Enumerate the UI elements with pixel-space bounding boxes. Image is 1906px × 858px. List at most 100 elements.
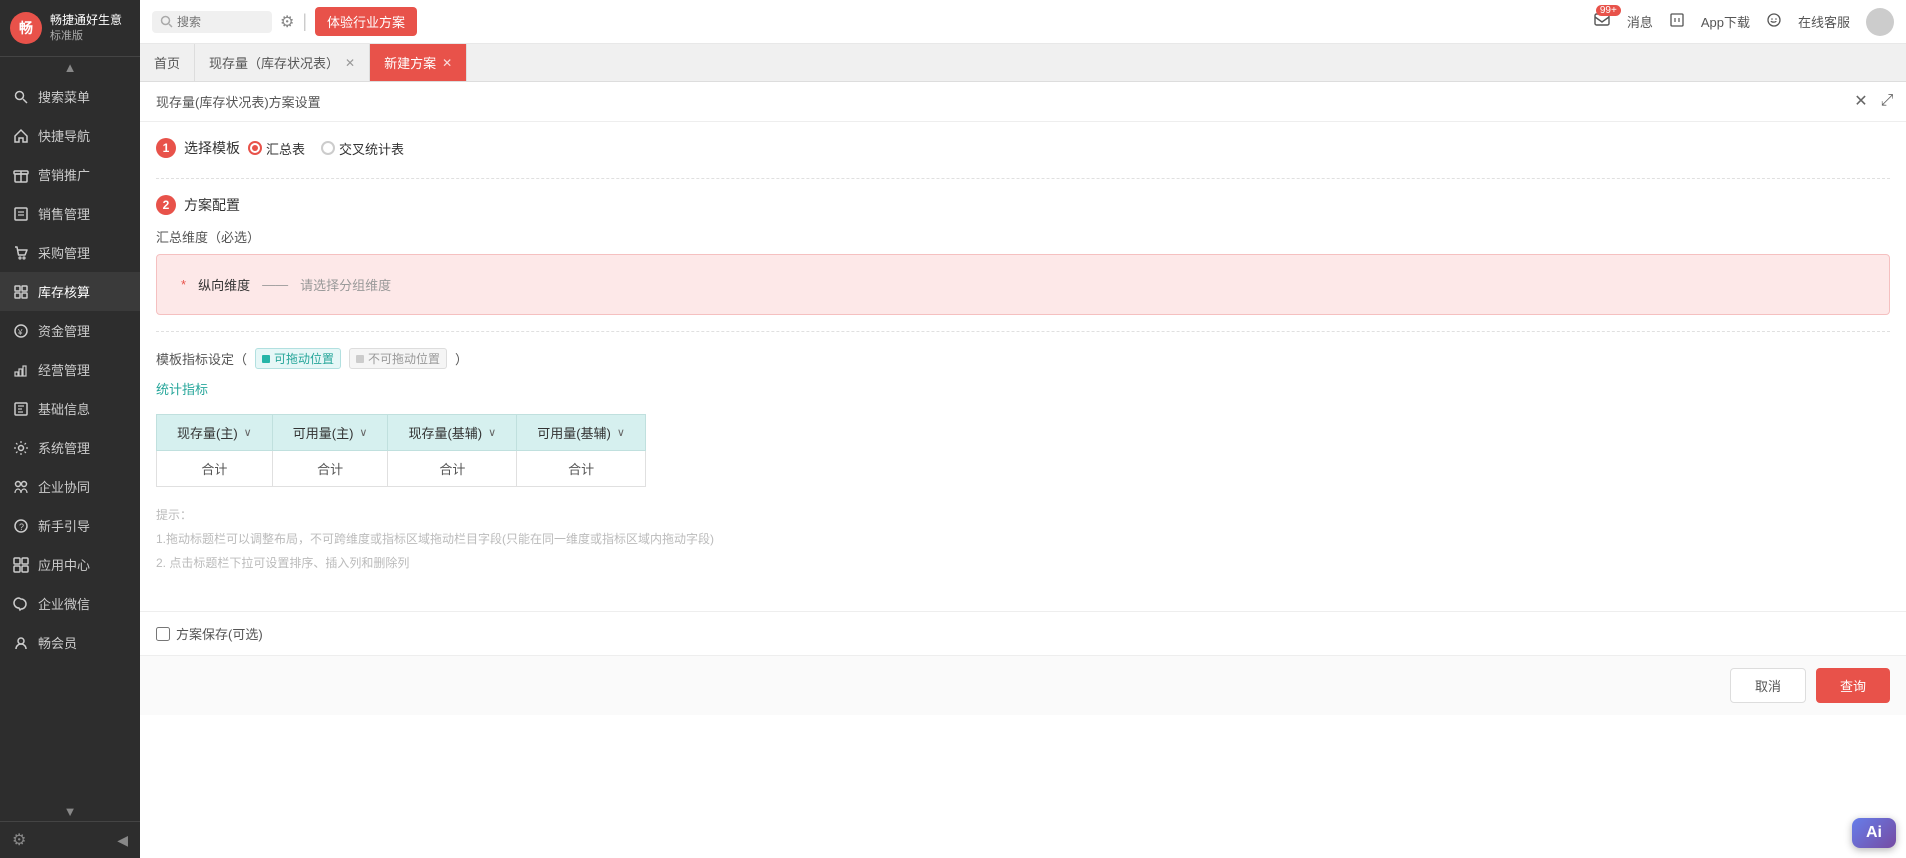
- content-body: 1 选择模板 汇总表 交叉统计表: [140, 122, 1906, 611]
- sidebar-item-label: 快捷导航: [38, 126, 90, 145]
- sidebar-item-label: 搜索菜单: [38, 87, 90, 106]
- sidebar-item-label: 畅会员: [38, 633, 77, 652]
- sidebar-logo: 畅: [10, 12, 42, 44]
- step-divider-2: [156, 331, 1890, 332]
- user-avatar[interactable]: [1866, 8, 1894, 36]
- step1-label: 选择模板: [184, 138, 240, 158]
- indicator-table: 现存量(主) ∨ 可用量(主) ∨: [156, 414, 646, 487]
- tab-new-scheme-close[interactable]: ✕: [442, 56, 452, 70]
- template-radio-group: 汇总表 交叉统计表: [248, 139, 404, 158]
- member-icon: [12, 634, 30, 652]
- sidebar-item-purchase[interactable]: 采购管理: [0, 233, 140, 272]
- sidebar-item-system[interactable]: 系统管理: [0, 428, 140, 467]
- tabs-bar: 首页 现存量（库存状况表） ✕ 新建方案 ✕: [140, 44, 1906, 82]
- ai-badge[interactable]: Ai: [1852, 818, 1896, 848]
- sidebar-collapse-icon[interactable]: ◀: [117, 832, 128, 849]
- th-available-aux[interactable]: 可用量(基辅) ∨: [517, 415, 646, 451]
- search-menu-icon: [12, 88, 30, 106]
- panel-expand-btn[interactable]: ⤢: [1876, 90, 1898, 112]
- tab-inventory-status[interactable]: 现存量（库存状况表） ✕: [195, 44, 370, 81]
- non-draggable-badge: 不可拖动位置: [349, 348, 447, 369]
- message-label: 消息: [1627, 12, 1653, 31]
- radio-cross[interactable]: 交叉统计表: [321, 139, 404, 158]
- sidebar-item-cooperation[interactable]: 企业协同: [0, 467, 140, 506]
- sidebar-footer: ⚙ ◀: [0, 821, 140, 858]
- sidebar-item-quick-nav[interactable]: 快捷导航: [0, 116, 140, 155]
- guide-icon: ?: [12, 517, 30, 535]
- td-available-main-sub: 合计: [272, 451, 388, 487]
- app-center-icon: [12, 556, 30, 574]
- customer-service-label: 在线客服: [1798, 12, 1850, 31]
- sidebar-title: 畅捷通好生意 标准版: [50, 13, 122, 43]
- sidebar-item-label: 新手引导: [38, 516, 90, 535]
- panel-controls: ✕ ⤢: [1850, 90, 1898, 112]
- message-count: 99+: [1596, 5, 1621, 16]
- sidebar-item-wechat[interactable]: 企业微信: [0, 584, 140, 623]
- step2-section: 2 方案配置 汇总维度（必选） * 纵向维度 —— 请选择分组维度 模板指标设定…: [156, 195, 1890, 575]
- sidebar-item-operations[interactable]: 经营管理: [0, 350, 140, 389]
- message-badge[interactable]: 99+: [1593, 11, 1611, 32]
- query-button[interactable]: 查询: [1816, 668, 1890, 703]
- sidebar-item-label: 资金管理: [38, 321, 90, 340]
- sidebar-item-base-info[interactable]: 基础信息: [0, 389, 140, 428]
- main-area: ⚙ | 体验行业方案 99+ 消息 App下载: [140, 0, 1906, 858]
- sidebar-scroll-up[interactable]: ▲: [0, 57, 140, 77]
- sidebar-item-sales[interactable]: 销售管理: [0, 194, 140, 233]
- sidebar-item-label: 经营管理: [38, 360, 90, 379]
- operations-icon: [12, 361, 30, 379]
- th-available-aux-label: 可用量(基辅): [537, 423, 611, 442]
- non-draggable-label: 不可拖动位置: [368, 350, 440, 367]
- app-download-icon[interactable]: [1669, 12, 1685, 31]
- topbar-search-input[interactable]: [177, 15, 257, 29]
- th-current-main[interactable]: 现存量(主) ∨: [157, 415, 273, 451]
- dimension-placeholder[interactable]: 请选择分组维度: [300, 275, 391, 294]
- topbar-divider: |: [302, 11, 307, 32]
- sidebar-item-label: 营销推广: [38, 165, 90, 184]
- panel-close-btn[interactable]: ✕: [1850, 90, 1872, 112]
- sidebar-item-label: 基础信息: [38, 399, 90, 418]
- sidebar-item-finance[interactable]: ¥ 资金管理: [0, 311, 140, 350]
- tab-inventory-status-close[interactable]: ✕: [345, 56, 355, 70]
- base-info-icon: [12, 400, 30, 418]
- topbar-settings-icon[interactable]: ⚙: [280, 12, 294, 32]
- sidebar-item-label: 企业协同: [38, 477, 90, 496]
- sidebar-scroll-down[interactable]: ▼: [0, 801, 140, 821]
- gift-icon: [12, 166, 30, 184]
- draggable-badge: 可拖动位置: [255, 348, 341, 369]
- th-current-main-label: 现存量(主): [177, 423, 238, 442]
- dimension-dash: ——: [262, 277, 288, 292]
- sidebar-item-member[interactable]: 畅会员: [0, 623, 140, 662]
- sidebar-item-inventory[interactable]: 库存核算: [0, 272, 140, 311]
- stats-label: 统计指标: [156, 379, 1890, 398]
- th-current-aux[interactable]: 现存量(基辅) ∨: [388, 415, 517, 451]
- radio-summary-label: 汇总表: [266, 139, 305, 158]
- tip2: 2. 点击标题栏下拉可设置排序、插入列和删除列: [156, 551, 1890, 575]
- trial-btn[interactable]: 体验行业方案: [315, 7, 417, 36]
- sidebar-item-label: 企业微信: [38, 594, 90, 613]
- indicator-settings-label: 模板指标设定（ 可拖动位置 不可拖动位置 ）: [156, 348, 1890, 369]
- th-available-main[interactable]: 可用量(主) ∨: [272, 415, 388, 451]
- sidebar-item-app-center[interactable]: 应用中心: [0, 545, 140, 584]
- sidebar-item-search-menu[interactable]: 搜索菜单: [0, 77, 140, 116]
- purchase-icon: [12, 244, 30, 262]
- cancel-button[interactable]: 取消: [1730, 668, 1806, 703]
- sidebar-item-guide[interactable]: ? 新手引导: [0, 506, 140, 545]
- sidebar-settings-icon[interactable]: ⚙: [12, 830, 26, 850]
- save-checkbox[interactable]: [156, 627, 170, 641]
- sidebar-item-label: 系统管理: [38, 438, 90, 457]
- customer-service-icon[interactable]: [1766, 12, 1782, 31]
- indicator-settings-suffix: ）: [455, 349, 468, 368]
- sidebar-item-marketing[interactable]: 营销推广: [0, 155, 140, 194]
- home-icon: [12, 127, 30, 145]
- chevron-down-icon-3: ∨: [617, 426, 625, 439]
- step1-badge: 1: [156, 138, 176, 158]
- tab-home[interactable]: 首页: [140, 44, 195, 81]
- indicator-table-container: 现存量(主) ∨ 可用量(主) ∨: [156, 414, 1890, 487]
- dimension-field-name: 纵向维度: [198, 275, 250, 294]
- topbar: ⚙ | 体验行业方案 99+ 消息 App下载: [140, 0, 1906, 44]
- radio-summary[interactable]: 汇总表: [248, 139, 305, 158]
- step2-title: 2 方案配置: [156, 195, 1890, 215]
- tab-new-scheme[interactable]: 新建方案 ✕: [370, 44, 467, 81]
- cooperation-icon: [12, 478, 30, 496]
- page-title: 现存量(库存状况表)方案设置: [156, 95, 321, 110]
